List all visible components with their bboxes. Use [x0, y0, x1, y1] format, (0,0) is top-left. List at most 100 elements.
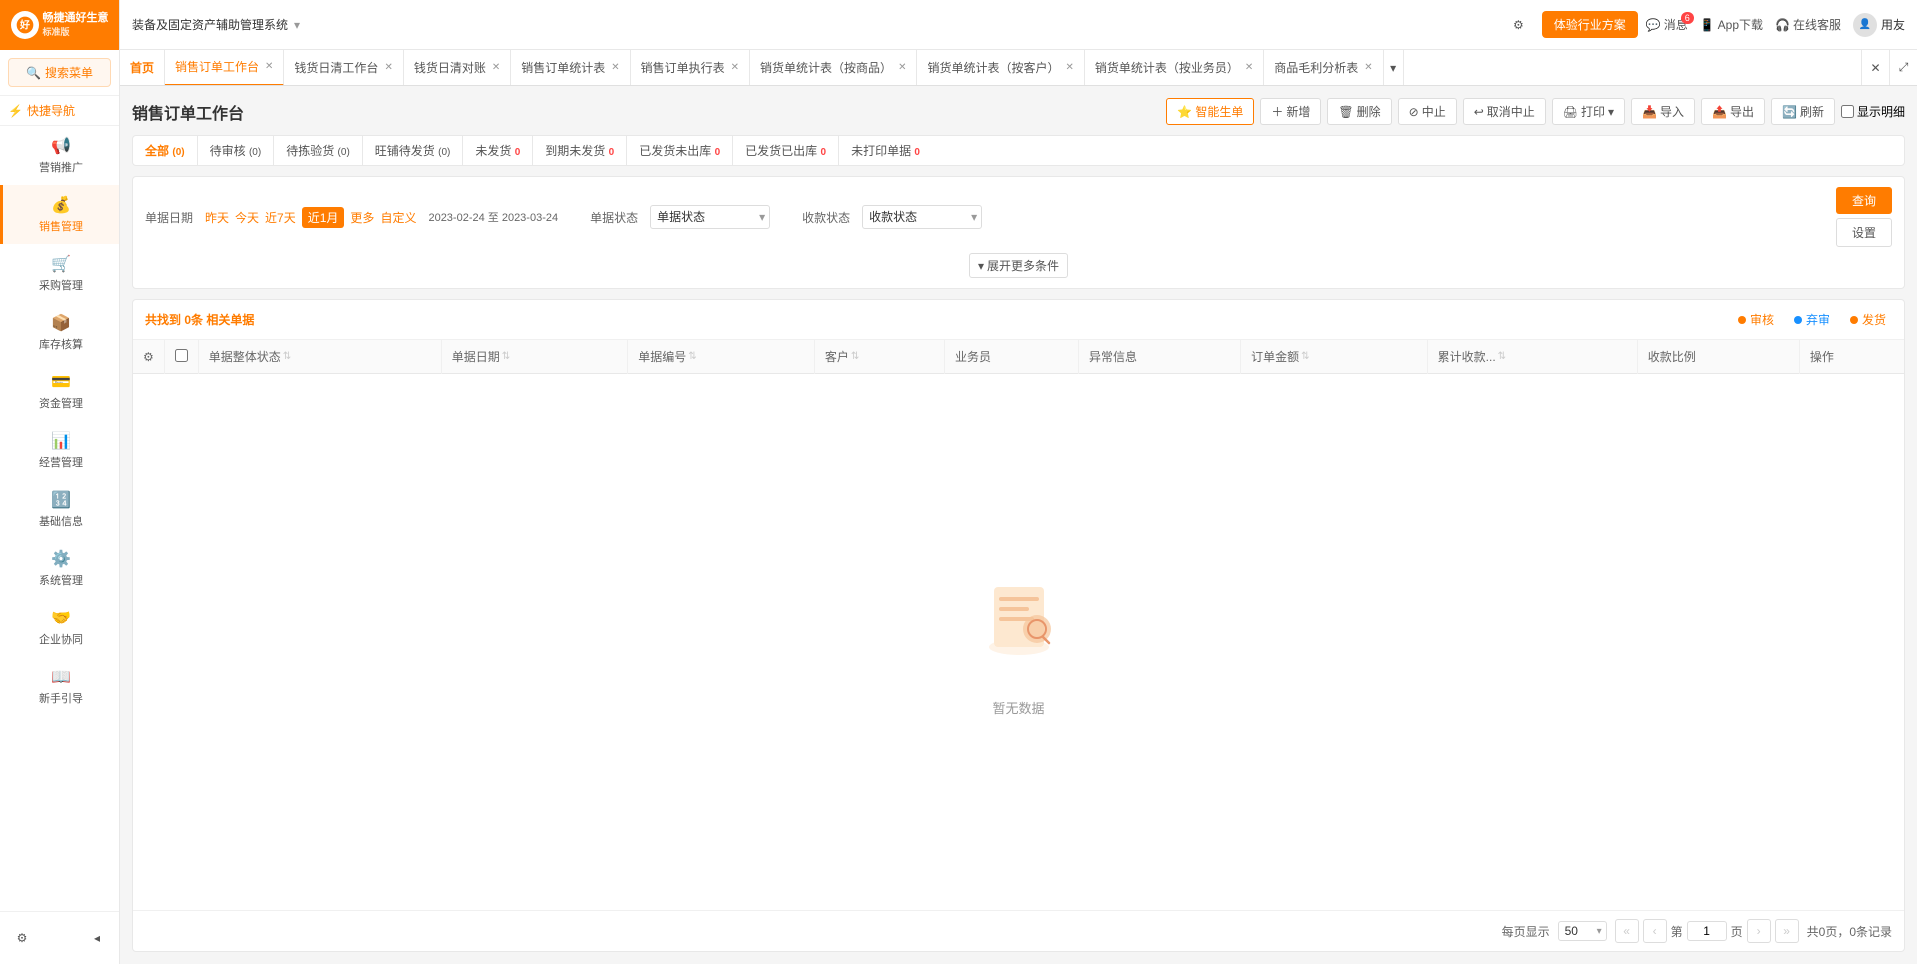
- tab-actions: ✕ ⤢: [1861, 50, 1917, 86]
- expand-conditions-button[interactable]: ▾ 展开更多条件: [969, 253, 1068, 278]
- sidebar-item-marketing[interactable]: 📢 营销推广: [0, 126, 119, 185]
- per-page-select[interactable]: 50 10 20 100: [1558, 921, 1607, 941]
- prev-page-button[interactable]: ‹: [1643, 919, 1667, 943]
- th-date-sort[interactable]: 单据日期 ⇅: [452, 348, 618, 365]
- online-service-button[interactable]: 🎧 在线客服: [1775, 16, 1841, 33]
- subtab-pending-inspect[interactable]: 待拣验货 (0): [274, 136, 363, 165]
- sidebar-item-sales[interactable]: 💰 销售管理: [0, 185, 119, 244]
- subtab-not-printed[interactable]: 未打印单据 0: [839, 136, 932, 165]
- guide-icon: 📖: [51, 667, 71, 687]
- delete-button[interactable]: 🗑 删除: [1327, 98, 1391, 125]
- print-button[interactable]: 🖨 打印 ▾: [1552, 98, 1625, 125]
- app-download-button[interactable]: 📱 App下载: [1700, 16, 1763, 33]
- sidebar-item-base-info[interactable]: 🔢 基础信息: [0, 480, 119, 539]
- tab-goods-stats-product-close[interactable]: ✕: [898, 62, 906, 73]
- tab-sales-exec-close[interactable]: ✕: [731, 62, 739, 73]
- cancel-review-op-button[interactable]: 弃审: [1788, 308, 1836, 331]
- subtab-pending-review[interactable]: 待审核 (0): [198, 136, 275, 165]
- page-number-input[interactable]: [1687, 921, 1727, 941]
- export-button[interactable]: 📤 导出: [1701, 98, 1765, 125]
- th-amount-sort[interactable]: 订单金额 ⇅: [1251, 348, 1417, 365]
- show-detail-checkbox[interactable]: [1841, 105, 1854, 118]
- th-collected-sort[interactable]: 累计收款... ⇅: [1438, 348, 1627, 365]
- tab-goods-margin-close[interactable]: ✕: [1364, 62, 1372, 73]
- date-more[interactable]: 更多: [350, 209, 374, 226]
- tab-goods-stats-staff-close[interactable]: ✕: [1245, 62, 1253, 73]
- show-detail-label[interactable]: 显示明细: [1841, 103, 1905, 120]
- subtab-expired-not-shipped[interactable]: 到期未发货 0: [533, 136, 627, 165]
- date-1month[interactable]: 近1月: [302, 207, 345, 228]
- subtab-shipped-not-warehouse[interactable]: 已发货未出库 0: [627, 136, 733, 165]
- th-ratio: 收款比例: [1637, 340, 1799, 374]
- sidebar-item-finance[interactable]: 💳 资金管理: [0, 362, 119, 421]
- subtab-not-shipped[interactable]: 未发货 0: [463, 136, 533, 165]
- tab-sales-order[interactable]: 销售订单工作台 ✕: [165, 50, 284, 86]
- sidebar-search: 🔍 搜索菜单: [0, 50, 119, 96]
- sidebar-item-system[interactable]: ⚙️ 系统管理: [0, 539, 119, 598]
- sidebar-item-purchase[interactable]: 🛒 采购管理: [0, 244, 119, 303]
- sidebar-item-cooperation[interactable]: 🤝 企业协同: [0, 598, 119, 657]
- tab-cash-reconcile-close[interactable]: ✕: [492, 62, 500, 73]
- tab-goods-margin[interactable]: 商品毛利分析表 ✕: [1264, 50, 1383, 86]
- table-scroll-area[interactable]: ⚙ 单据整体状态 ⇅: [133, 340, 1904, 374]
- tab-home[interactable]: 首页: [120, 50, 165, 86]
- tab-cash-reconcile[interactable]: 钱货日清对账 ✕: [404, 50, 511, 86]
- column-settings-icon[interactable]: ⚙: [143, 350, 154, 364]
- sidebar-item-inventory[interactable]: 📦 库存核算: [0, 303, 119, 362]
- refresh-button[interactable]: 🔄 刷新: [1771, 98, 1835, 125]
- sort-icon-date: ⇅: [502, 351, 510, 362]
- sidebar-item-guide[interactable]: 📖 新手引导: [0, 657, 119, 716]
- tab-sales-exec[interactable]: 销售订单执行表 ✕: [631, 50, 750, 86]
- sidebar-item-operations[interactable]: 📊 经营管理: [0, 421, 119, 480]
- stop-button[interactable]: ⊘ 中止: [1398, 98, 1457, 125]
- import-button[interactable]: 📥 导入: [1631, 98, 1695, 125]
- settings-button[interactable]: ⚙: [8, 920, 36, 956]
- tab-goods-stats-staff[interactable]: 销货单统计表（按业务员） ✕: [1085, 50, 1264, 86]
- smart-generate-button[interactable]: ⭐ 智能生单: [1166, 98, 1254, 125]
- tab-cash-daily[interactable]: 钱货日清工作台 ✕: [284, 50, 403, 86]
- date-yesterday[interactable]: 昨天: [205, 209, 229, 226]
- date-7days[interactable]: 近7天: [265, 209, 296, 226]
- search-menu-button[interactable]: 🔍 搜索菜单: [8, 58, 111, 87]
- tab-sales-order-close[interactable]: ✕: [265, 61, 273, 72]
- sort-icon-customer: ⇅: [851, 351, 859, 362]
- tab-sales-stats[interactable]: 销售订单统计表 ✕: [511, 50, 630, 86]
- tab-goods-stats-customer-close[interactable]: ✕: [1065, 62, 1073, 73]
- query-button[interactable]: 查询: [1836, 187, 1892, 214]
- select-all-checkbox[interactable]: [175, 349, 188, 362]
- payment-select[interactable]: 收款状态: [862, 205, 982, 229]
- cancel-stop-button[interactable]: ↩ 取消中止: [1463, 98, 1546, 125]
- tab-goods-stats-product[interactable]: 销货单统计表（按商品） ✕: [750, 50, 917, 86]
- content-area: 销售订单工作台 ⭐ 智能生单 ＋ 新增 🗑 删除 ⊘ 中止: [120, 86, 1917, 964]
- topbar-actions: 💬 消息 6 📱 App下载 🎧 在线客服 👤 用友: [1646, 13, 1905, 37]
- settings-gear-button[interactable]: ⚙: [1503, 14, 1534, 36]
- tab-goods-stats-customer[interactable]: 销货单统计表（按客户） ✕: [917, 50, 1084, 86]
- subtab-shipped-out-warehouse[interactable]: 已发货已出库 0: [733, 136, 839, 165]
- message-wrap: 💬 消息 6: [1646, 16, 1688, 33]
- add-button[interactable]: ＋ 新增: [1260, 98, 1321, 125]
- review-op-button[interactable]: 审核: [1732, 308, 1780, 331]
- tab-sales-stats-close[interactable]: ✕: [611, 62, 619, 73]
- th-status-sort[interactable]: 单据整体状态 ⇅: [209, 348, 431, 365]
- last-page-button[interactable]: »: [1775, 919, 1799, 943]
- ship-op-button[interactable]: 发货: [1844, 308, 1892, 331]
- date-custom[interactable]: 自定义: [380, 209, 416, 226]
- date-today[interactable]: 今天: [235, 209, 259, 226]
- tab-cash-daily-close[interactable]: ✕: [384, 62, 392, 73]
- set-button[interactable]: 设置: [1836, 218, 1892, 247]
- quick-nav[interactable]: ⚡ 快捷导航: [8, 102, 111, 119]
- tab-more-button[interactable]: ▾: [1384, 50, 1404, 86]
- user-avatar: 👤: [1853, 13, 1877, 37]
- subtab-all[interactable]: 全部 (0): [133, 136, 198, 165]
- status-select[interactable]: 单据状态: [650, 205, 770, 229]
- tab-close-all-button[interactable]: ✕: [1861, 50, 1889, 86]
- subtab-wangpu-pending[interactable]: 旺铺待发货 (0): [363, 136, 464, 165]
- industry-solution-button[interactable]: 体验行业方案: [1542, 11, 1638, 38]
- collapse-button[interactable]: ◂: [83, 920, 111, 956]
- th-customer-sort[interactable]: 客户 ⇅: [825, 348, 934, 365]
- first-page-button[interactable]: «: [1615, 919, 1639, 943]
- logo: 好 畅捷通好生意 标准版: [0, 0, 119, 50]
- next-page-button[interactable]: ›: [1747, 919, 1771, 943]
- th-number-sort[interactable]: 单据编号 ⇅: [638, 348, 804, 365]
- tab-maximize-button[interactable]: ⤢: [1889, 50, 1917, 86]
